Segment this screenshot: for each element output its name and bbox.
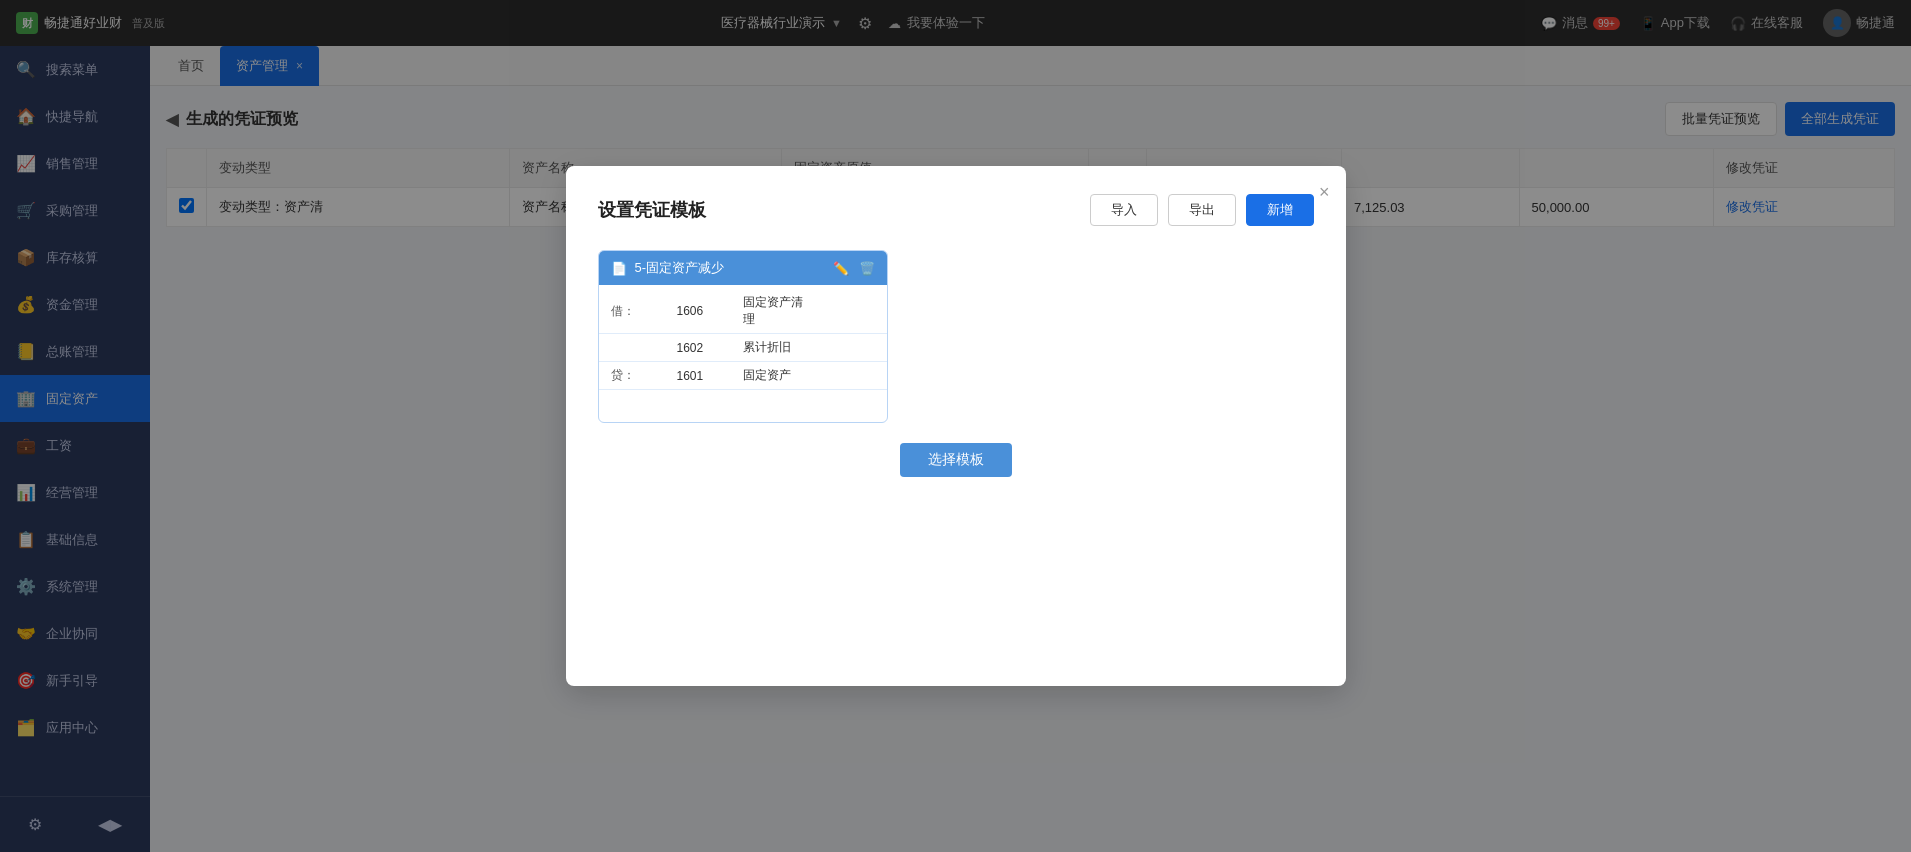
modal-header: 设置凭证模板 导入 导出 新增 xyxy=(598,194,1314,226)
template-edit-icon[interactable]: ✏️ xyxy=(833,261,849,276)
modal-overlay: 设置凭证模板 导入 导出 新增 × 📄 5-固定资产减少 ✏️ 🗑️ xyxy=(0,0,1911,852)
template-row: 贷： 1601 固定资产 xyxy=(599,362,887,390)
select-template-button[interactable]: 选择模板 xyxy=(900,443,1012,477)
modal-header-actions: 导入 导出 新增 xyxy=(1090,194,1314,226)
template-row xyxy=(599,390,887,418)
template-card-body: 借： 1606 固定资产清理 1602 累计折旧 贷： 1601 固定资产 xyxy=(599,285,887,422)
template-header-left: 📄 5-固定资产减少 xyxy=(611,259,725,277)
modal-dialog: 设置凭证模板 导入 导出 新增 × 📄 5-固定资产减少 ✏️ 🗑️ xyxy=(566,166,1346,686)
template-doc-icon: 📄 xyxy=(611,261,627,276)
entry-code-1: 1602 xyxy=(677,341,743,355)
entry-name-1: 累计折旧 xyxy=(743,339,809,356)
entry-name-2: 固定资产 xyxy=(743,367,809,384)
entry-side-2: 贷： xyxy=(611,367,677,384)
template-name: 5-固定资产减少 xyxy=(635,259,725,277)
entry-name-0: 固定资产清理 xyxy=(743,294,809,328)
template-row: 借： 1606 固定资产清理 xyxy=(599,289,887,334)
new-template-button[interactable]: 新增 xyxy=(1246,194,1314,226)
template-card: 📄 5-固定资产减少 ✏️ 🗑️ 借： 1606 固定资产清理 1602 xyxy=(598,250,888,423)
modal-close-button[interactable]: × xyxy=(1319,182,1330,203)
template-delete-icon[interactable]: 🗑️ xyxy=(859,261,875,276)
template-card-header: 📄 5-固定资产减少 ✏️ 🗑️ xyxy=(599,251,887,285)
import-button[interactable]: 导入 xyxy=(1090,194,1158,226)
entry-code-0: 1606 xyxy=(677,304,743,318)
entry-side-0: 借： xyxy=(611,303,677,320)
export-button[interactable]: 导出 xyxy=(1168,194,1236,226)
template-card-actions: ✏️ 🗑️ xyxy=(833,261,875,276)
entry-code-2: 1601 xyxy=(677,369,743,383)
modal-title: 设置凭证模板 xyxy=(598,198,706,222)
template-row: 1602 累计折旧 xyxy=(599,334,887,362)
